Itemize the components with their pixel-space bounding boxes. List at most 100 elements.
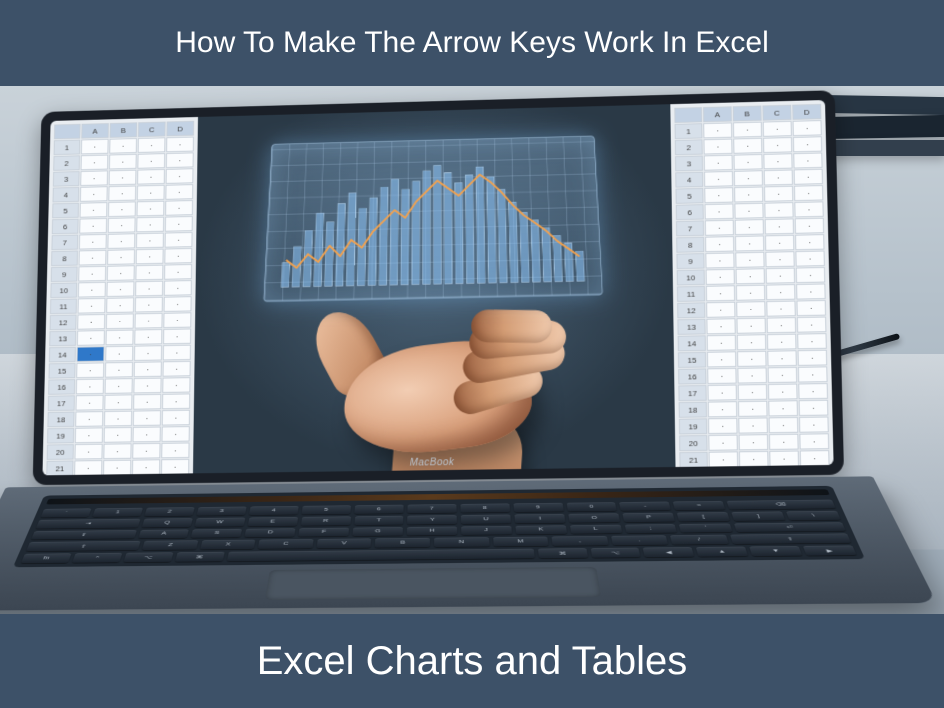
cell: ·	[737, 351, 766, 367]
row-header: 2	[53, 155, 80, 171]
cell: ·	[137, 201, 165, 217]
key: Q	[141, 518, 192, 527]
cell: ·	[76, 395, 104, 411]
cell: ·	[766, 268, 795, 284]
cell: ·	[705, 220, 734, 236]
row-header: 10	[677, 269, 705, 285]
cell: ·	[106, 297, 134, 313]
cell: ·	[165, 200, 193, 216]
cell: ·	[793, 152, 822, 168]
cell: ·	[163, 361, 191, 377]
cell: ·	[133, 378, 161, 394]
top-title: How To Make The Arrow Keys Work In Excel	[175, 26, 769, 60]
cell: ·	[734, 154, 763, 170]
cell: ·	[704, 171, 733, 187]
cell: ·	[162, 377, 190, 393]
cell: ·	[765, 218, 794, 234]
row-header: 10	[50, 282, 77, 298]
cell: ·	[766, 301, 796, 317]
key: 3	[196, 507, 246, 516]
chart-svg	[264, 136, 602, 300]
column-header: B	[110, 122, 138, 138]
cell: ·	[107, 265, 135, 281]
cell: ·	[165, 232, 193, 248]
cell: ·	[107, 249, 135, 265]
spreadsheet-left: ABCD1····2····3····4····5····6····7····8…	[42, 117, 198, 475]
row-header: 20	[47, 444, 74, 460]
cell: ·	[709, 451, 739, 467]
row-header: 14	[49, 347, 76, 363]
cell: ·	[79, 234, 107, 250]
laptop-screen: ABCD1····2····3····4····5····6····7····8…	[42, 100, 833, 475]
cell: ·	[736, 318, 765, 334]
cell: ·	[106, 281, 134, 297]
holographic-chart	[263, 136, 603, 302]
row-header: 3	[675, 155, 703, 171]
cell: ·	[768, 400, 798, 416]
key: [	[677, 512, 730, 521]
column-header: A	[703, 106, 732, 122]
cell: ·	[763, 121, 792, 137]
cell: ·	[162, 393, 190, 409]
book	[820, 140, 944, 156]
cell: ·	[705, 203, 734, 219]
key: P	[623, 513, 675, 522]
row-header: 4	[52, 187, 79, 203]
cell: ·	[81, 155, 109, 171]
key: ⌫	[727, 500, 836, 510]
key: M	[493, 537, 549, 547]
hero-illustration: ABCD1····2····3····4····5····6····7····8…	[0, 86, 944, 614]
cell: ·	[75, 411, 103, 427]
key: J	[461, 526, 512, 536]
cell: ·	[134, 345, 162, 361]
spreadsheet-right: ABCD1····2····3····4····5····6····7····8…	[670, 100, 833, 467]
cell: ·	[164, 296, 192, 312]
cell: ·	[763, 137, 792, 153]
key: K	[515, 525, 567, 535]
cell: ·	[734, 170, 763, 186]
key: ⇥	[36, 519, 140, 529]
cell: ·	[798, 366, 828, 382]
cell: ·	[136, 233, 164, 249]
cell: ·	[76, 379, 104, 395]
cell: ·	[799, 433, 829, 449]
key: ⇧	[26, 541, 141, 551]
cell: ·	[164, 280, 192, 296]
key: N	[434, 537, 489, 547]
cell: ·	[764, 186, 793, 202]
cell: ·	[798, 383, 828, 399]
row-header: 6	[52, 219, 79, 235]
key: 8	[460, 503, 510, 512]
cell: ·	[104, 427, 132, 443]
cell: ·	[794, 185, 823, 201]
key: R	[300, 516, 350, 525]
laptop-base: `1234567890-=⌫ ⇥QWERTYUIOP[]\ ⇪ASDFGHJKL…	[0, 476, 937, 610]
key: O	[569, 513, 621, 522]
cell: ·	[106, 330, 134, 346]
row-header: 7	[51, 235, 78, 251]
key: D	[245, 528, 296, 538]
cell: ·	[769, 434, 799, 450]
cell: ·	[109, 154, 137, 170]
key	[226, 549, 534, 562]
cell: ·	[163, 312, 191, 328]
cell: ·	[703, 122, 732, 138]
row-header: 3	[53, 171, 80, 187]
cell: ·	[793, 120, 822, 136]
cell: ·	[109, 138, 137, 154]
key: `	[41, 508, 92, 517]
cell: ·	[707, 335, 736, 351]
key: fn	[21, 553, 71, 563]
cell: ·	[795, 234, 824, 250]
key: ⌘	[175, 552, 225, 562]
cell: ·	[137, 153, 165, 169]
cell: ·	[739, 451, 769, 467]
row-header: 1	[54, 140, 81, 156]
cell: ·	[74, 444, 102, 460]
cell: ·	[162, 426, 190, 442]
cell: ·	[736, 301, 765, 317]
row-header: 15	[678, 352, 706, 368]
cell: ·	[768, 384, 798, 400]
row-header: 14	[678, 335, 706, 351]
cell: ·	[80, 186, 108, 202]
